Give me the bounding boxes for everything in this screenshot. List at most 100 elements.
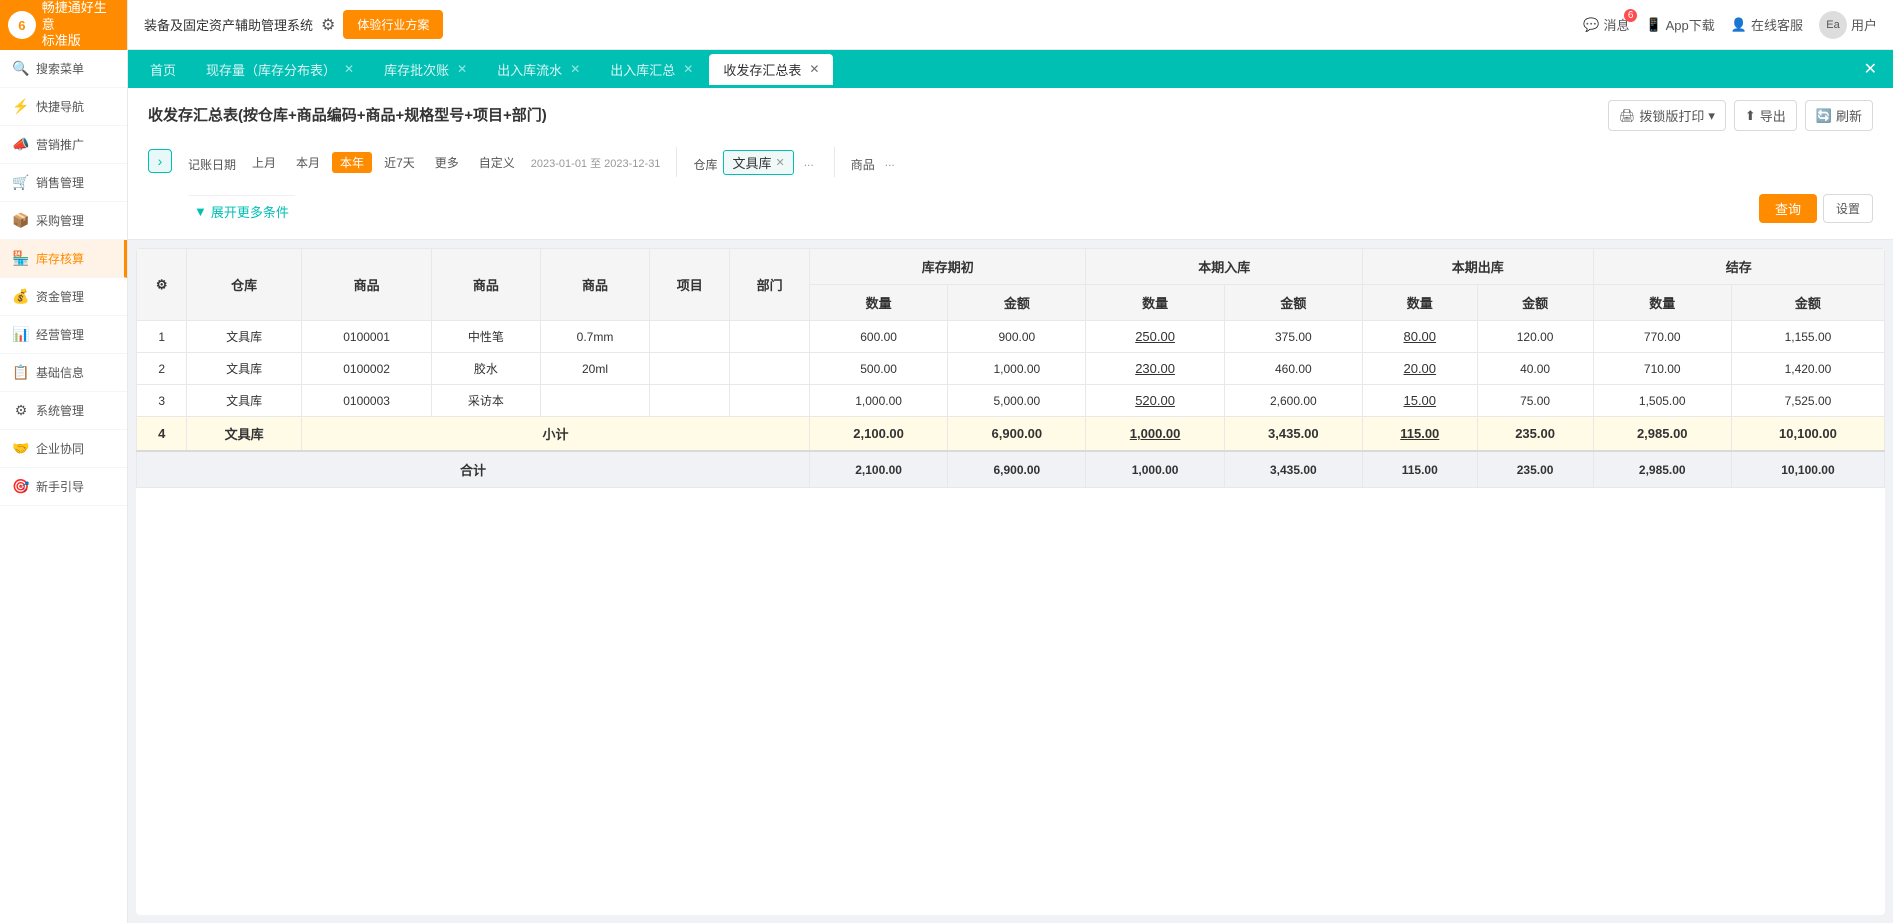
- tab-stock-dist-close[interactable]: ✕: [344, 62, 354, 76]
- print-dropdown-icon: ▾: [1708, 108, 1715, 124]
- product-filter: 商品 ...: [851, 152, 899, 173]
- subtotal-closing-amt: 10,100.00: [1731, 417, 1884, 452]
- warehouse-tag[interactable]: 文具库 ✕: [723, 150, 793, 175]
- tab-bar-close-btn[interactable]: ✕: [1856, 59, 1885, 79]
- export-button[interactable]: ⬆ 导出: [1734, 100, 1797, 131]
- main-content: 装备及固定资产辅助管理系统 ⚙ 体验行业方案 💬 消息 6 📱 App下载 👤 …: [128, 0, 1893, 923]
- print-button[interactable]: 🖨 拨锁版打印 ▾: [1608, 100, 1726, 131]
- row-project: [650, 353, 730, 385]
- warehouse-tag-close-icon[interactable]: ✕: [775, 156, 784, 169]
- online-service-button[interactable]: 👤 在线客服: [1731, 15, 1803, 34]
- settings-button[interactable]: 设置: [1823, 194, 1873, 223]
- query-button[interactable]: 查询: [1759, 194, 1817, 223]
- row-product-spec: 20ml: [540, 353, 650, 385]
- table-settings-icon[interactable]: ⚙: [156, 277, 168, 292]
- export-label: 导出: [1760, 106, 1786, 125]
- tab-recv-send-close[interactable]: ✕: [809, 62, 819, 76]
- tab-home[interactable]: 首页: [136, 54, 190, 85]
- trial-button[interactable]: 体验行业方案: [343, 10, 443, 39]
- row-out-qty[interactable]: 80.00: [1362, 321, 1477, 353]
- row-opening-qty: 1,000.00: [809, 385, 947, 417]
- user-menu[interactable]: Ea 用户: [1819, 11, 1877, 39]
- sidebar-item-marketing[interactable]: 📣 营销推广: [0, 126, 127, 164]
- row-closing-qty: 1,505.00: [1593, 385, 1731, 417]
- date-option-last-month[interactable]: 上月: [244, 152, 284, 173]
- sidebar-item-basic[interactable]: 📋 基础信息: [0, 354, 127, 392]
- date-option-custom[interactable]: 自定义: [471, 152, 523, 173]
- product-more-btn[interactable]: ...: [881, 153, 899, 171]
- logo-text: 畅捷通好生意 标准版: [42, 0, 119, 50]
- row-project: [650, 321, 730, 353]
- filter-toggle-button[interactable]: ›: [148, 149, 172, 173]
- row-in-qty[interactable]: 520.00: [1086, 385, 1224, 417]
- expand-conditions-btn[interactable]: ▼ 展开更多条件: [188, 195, 295, 227]
- date-option-this-year[interactable]: 本年: [332, 152, 372, 173]
- print-label: 拨锁版打印: [1639, 106, 1704, 125]
- tab-stock-summary[interactable]: 出入库汇总 ✕: [596, 54, 707, 85]
- sidebar-item-finance[interactable]: 💰 资金管理: [0, 278, 127, 316]
- message-icon: 💬: [1583, 17, 1599, 33]
- app-icon: 📱: [1645, 17, 1661, 33]
- header-actions: 💬 消息 6 📱 App下载 👤 在线客服 Ea 用户: [1583, 11, 1877, 39]
- col-closing-amt-header: 金额: [1731, 285, 1884, 321]
- sidebar-item-enterprise[interactable]: 🤝 企业协同: [0, 430, 127, 468]
- row-product-name: 采访本: [432, 385, 540, 417]
- col-in-group-header: 本期入库: [1086, 249, 1363, 285]
- date-option-more[interactable]: 更多: [427, 152, 467, 173]
- sales-icon: 🛒: [12, 174, 30, 191]
- row-department: [730, 385, 810, 417]
- tab-stock-dist[interactable]: 现存量（库存分布表） ✕: [192, 54, 368, 85]
- message-button[interactable]: 💬 消息 6: [1583, 15, 1629, 34]
- sidebar-item-sales[interactable]: 🛒 销售管理: [0, 164, 127, 202]
- col-product-code-header: 商品: [301, 249, 431, 321]
- date-option-7days[interactable]: 近7天: [376, 152, 423, 173]
- tab-batch-ledger[interactable]: 库存批次账 ✕: [370, 54, 481, 85]
- refresh-button[interactable]: 🔄 刷新: [1805, 100, 1873, 131]
- warehouse-more-btn[interactable]: ...: [800, 153, 818, 171]
- tab-batch-ledger-close[interactable]: ✕: [457, 62, 467, 76]
- subtotal-opening-amt: 6,900.00: [948, 417, 1086, 452]
- table-container: ⚙ 仓库 商品 商品 商品: [136, 248, 1885, 915]
- expand-label: 展开更多条件: [211, 202, 289, 221]
- sidebar: 6 畅捷通好生意 标准版 🔍 搜索菜单 ⚡ 快捷导航 📣 营销推广 🛒 销售管理…: [0, 0, 128, 923]
- finance-icon: 💰: [12, 288, 30, 305]
- tab-stock-summary-close[interactable]: ✕: [683, 62, 693, 76]
- export-icon: ⬆: [1745, 108, 1756, 124]
- sidebar-item-system[interactable]: ⚙ 系统管理: [0, 392, 127, 430]
- date-range-display: 2023-01-01 至 2023-12-31: [531, 155, 661, 171]
- sidebar-item-label: 销售管理: [36, 174, 84, 191]
- tab-stock-flow-close[interactable]: ✕: [570, 62, 580, 76]
- subtotal-no: 4: [137, 417, 187, 452]
- warehouse-label: 仓库: [693, 156, 717, 173]
- sidebar-item-quick-nav[interactable]: ⚡ 快捷导航: [0, 88, 127, 126]
- page-title: 收发存汇总表(按仓库+商品编码+商品+规格型号+项目+部门): [148, 104, 547, 125]
- system-title: 装备及固定资产辅助管理系统: [144, 15, 313, 34]
- row-product-name: 胶水: [432, 353, 540, 385]
- table-row: 2 文具库 0100002 胶水 20ml 500.00 1,000.00 23…: [137, 353, 1885, 385]
- col-project-header: 项目: [650, 249, 730, 321]
- service-icon: 👤: [1731, 17, 1747, 33]
- tab-stock-flow[interactable]: 出入库流水 ✕: [483, 54, 594, 85]
- sidebar-item-purchase[interactable]: 📦 采购管理: [0, 202, 127, 240]
- col-in-qty-header: 数量: [1086, 285, 1224, 321]
- sidebar-item-business[interactable]: 📊 经营管理: [0, 316, 127, 354]
- subtotal-in-qty[interactable]: 1,000.00: [1086, 417, 1224, 452]
- col-settings-header[interactable]: ⚙: [137, 249, 187, 321]
- app-download-button[interactable]: 📱 App下载: [1645, 15, 1714, 34]
- row-in-qty[interactable]: 230.00: [1086, 353, 1224, 385]
- sidebar-item-search[interactable]: 🔍 搜索菜单: [0, 50, 127, 88]
- subtotal-out-qty[interactable]: 115.00: [1362, 417, 1477, 452]
- tab-recv-send-summary[interactable]: 收发存汇总表 ✕: [709, 54, 833, 85]
- row-warehouse: 文具库: [187, 353, 302, 385]
- row-opening-qty: 500.00: [809, 353, 947, 385]
- row-product-spec: [540, 385, 650, 417]
- settings-gear-icon[interactable]: ⚙: [321, 15, 335, 35]
- date-option-this-month[interactable]: 本月: [288, 152, 328, 173]
- row-department: [730, 353, 810, 385]
- row-out-qty[interactable]: 15.00: [1362, 385, 1477, 417]
- row-out-qty[interactable]: 20.00: [1362, 353, 1477, 385]
- row-in-qty[interactable]: 250.00: [1086, 321, 1224, 353]
- sidebar-item-inventory[interactable]: 🏪 库存核算: [0, 240, 127, 278]
- row-closing-qty: 770.00: [1593, 321, 1731, 353]
- sidebar-item-guide[interactable]: 🎯 新手引导: [0, 468, 127, 506]
